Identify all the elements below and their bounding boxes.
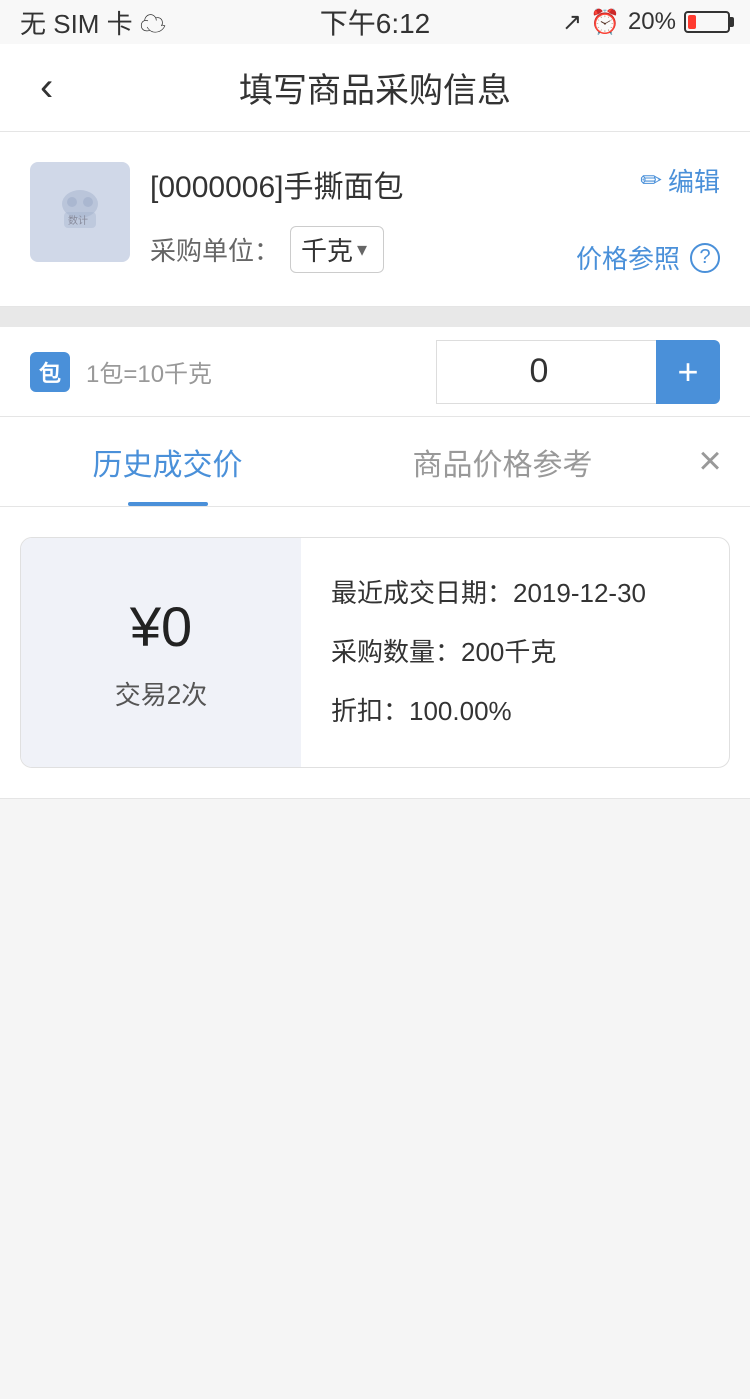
nav-bar: ‹ 填写商品采购信息	[0, 44, 750, 132]
unit-label: 采购单位：	[150, 231, 280, 268]
discount-value: 100.00%	[409, 696, 512, 726]
tabs-header: 历史成交价 商品价格参考 ×	[0, 417, 750, 507]
status-right: ↗ ⏰ 20%	[562, 8, 730, 37]
battery-icon	[684, 11, 730, 33]
qty-conversion: 1包=10千克	[86, 354, 212, 389]
product-image: 数计	[30, 162, 130, 262]
price-amount: ¥0	[130, 594, 192, 659]
unit-value: 千克	[301, 231, 353, 268]
price-trades: 交易2次	[115, 675, 207, 712]
quantity-row: 包 1包=10千克 +	[0, 327, 750, 417]
product-info: [0000006]手撕面包 采购单位： 千克 ▾	[150, 162, 403, 273]
separator	[0, 307, 750, 327]
product-name: [0000006]手撕面包	[150, 162, 403, 206]
quantity-label-group: 包 1包=10千克	[30, 352, 212, 392]
alarm-icon: ⏰	[590, 8, 620, 37]
price-card: ¥0 交易2次 最近成交日期：2019-12-30 采购数量：200千克 折扣：…	[20, 537, 730, 768]
tab-close-button[interactable]: ×	[670, 439, 750, 484]
status-bar: 无 SIM 卡 ☁ 下午6:12 ↗ ⏰ 20%	[0, 0, 750, 44]
price-ref-button[interactable]: 价格参照	[576, 239, 680, 276]
status-time: 下午6:12	[320, 2, 431, 42]
tab-history-price-label: 历史成交价	[93, 440, 243, 484]
product-card: 数计 [0000006]手撕面包 采购单位： 千克 ▾ ✏ 编辑	[0, 132, 750, 307]
product-logo-icon: 数计	[50, 182, 110, 242]
tab-product-price-ref[interactable]: 商品价格参考	[335, 417, 670, 506]
date-value: 2019-12-30	[513, 578, 646, 608]
quantity-input-group: +	[436, 340, 720, 404]
main-content	[0, 799, 750, 1399]
unit-select[interactable]: 千克 ▾	[290, 226, 384, 273]
chevron-down-icon: ▾	[357, 237, 367, 262]
qty-label: 采购数量：	[331, 637, 461, 667]
date-label: 最近成交日期：	[331, 578, 513, 608]
tabs-section: 历史成交价 商品价格参考 × ¥0 交易2次 最近成交日期：2019-12-30…	[0, 417, 750, 799]
price-card-right: 最近成交日期：2019-12-30 采购数量：200千克 折扣：100.00%	[301, 538, 729, 767]
sim-status: 无 SIM 卡 ☁	[20, 4, 166, 41]
price-date-row: 最近成交日期：2019-12-30	[331, 574, 699, 613]
battery-percent: 20%	[628, 8, 676, 36]
price-ref-hint-icon[interactable]: ?	[690, 243, 720, 273]
unit-box-text: 包	[39, 356, 61, 388]
qty-value: 200千克	[461, 637, 556, 667]
svg-text:数计: 数计	[68, 214, 88, 227]
edit-label: 编辑	[668, 162, 720, 199]
tab-active-underline	[128, 502, 208, 506]
unit-box: 包	[30, 352, 70, 392]
product-left: 数计 [0000006]手撕面包 采购单位： 千克 ▾	[30, 162, 403, 273]
quantity-plus-button[interactable]: +	[656, 340, 720, 404]
tab-product-price-ref-label: 商品价格参考	[413, 440, 593, 484]
quantity-input[interactable]	[436, 340, 656, 404]
tab-history-price[interactable]: 历史成交价	[0, 417, 335, 506]
location-icon: ↗	[562, 8, 582, 37]
product-right: ✏ 编辑 价格参照 ?	[576, 162, 720, 276]
price-qty-row: 采购数量：200千克	[331, 633, 699, 672]
price-card-left: ¥0 交易2次	[21, 538, 301, 767]
product-unit-row: 采购单位： 千克 ▾	[150, 226, 403, 273]
product-top: 数计 [0000006]手撕面包 采购单位： 千克 ▾ ✏ 编辑	[30, 162, 720, 276]
price-ref-row: 价格参照 ?	[576, 239, 720, 276]
page-title: 填写商品采购信息	[239, 63, 511, 112]
back-button[interactable]: ‹	[30, 55, 63, 120]
price-discount-row: 折扣：100.00%	[331, 692, 699, 731]
edit-icon: ✏	[640, 165, 662, 196]
discount-label: 折扣：	[331, 696, 409, 726]
status-left: 无 SIM 卡 ☁	[20, 4, 166, 41]
edit-button[interactable]: ✏ 编辑	[640, 162, 720, 199]
